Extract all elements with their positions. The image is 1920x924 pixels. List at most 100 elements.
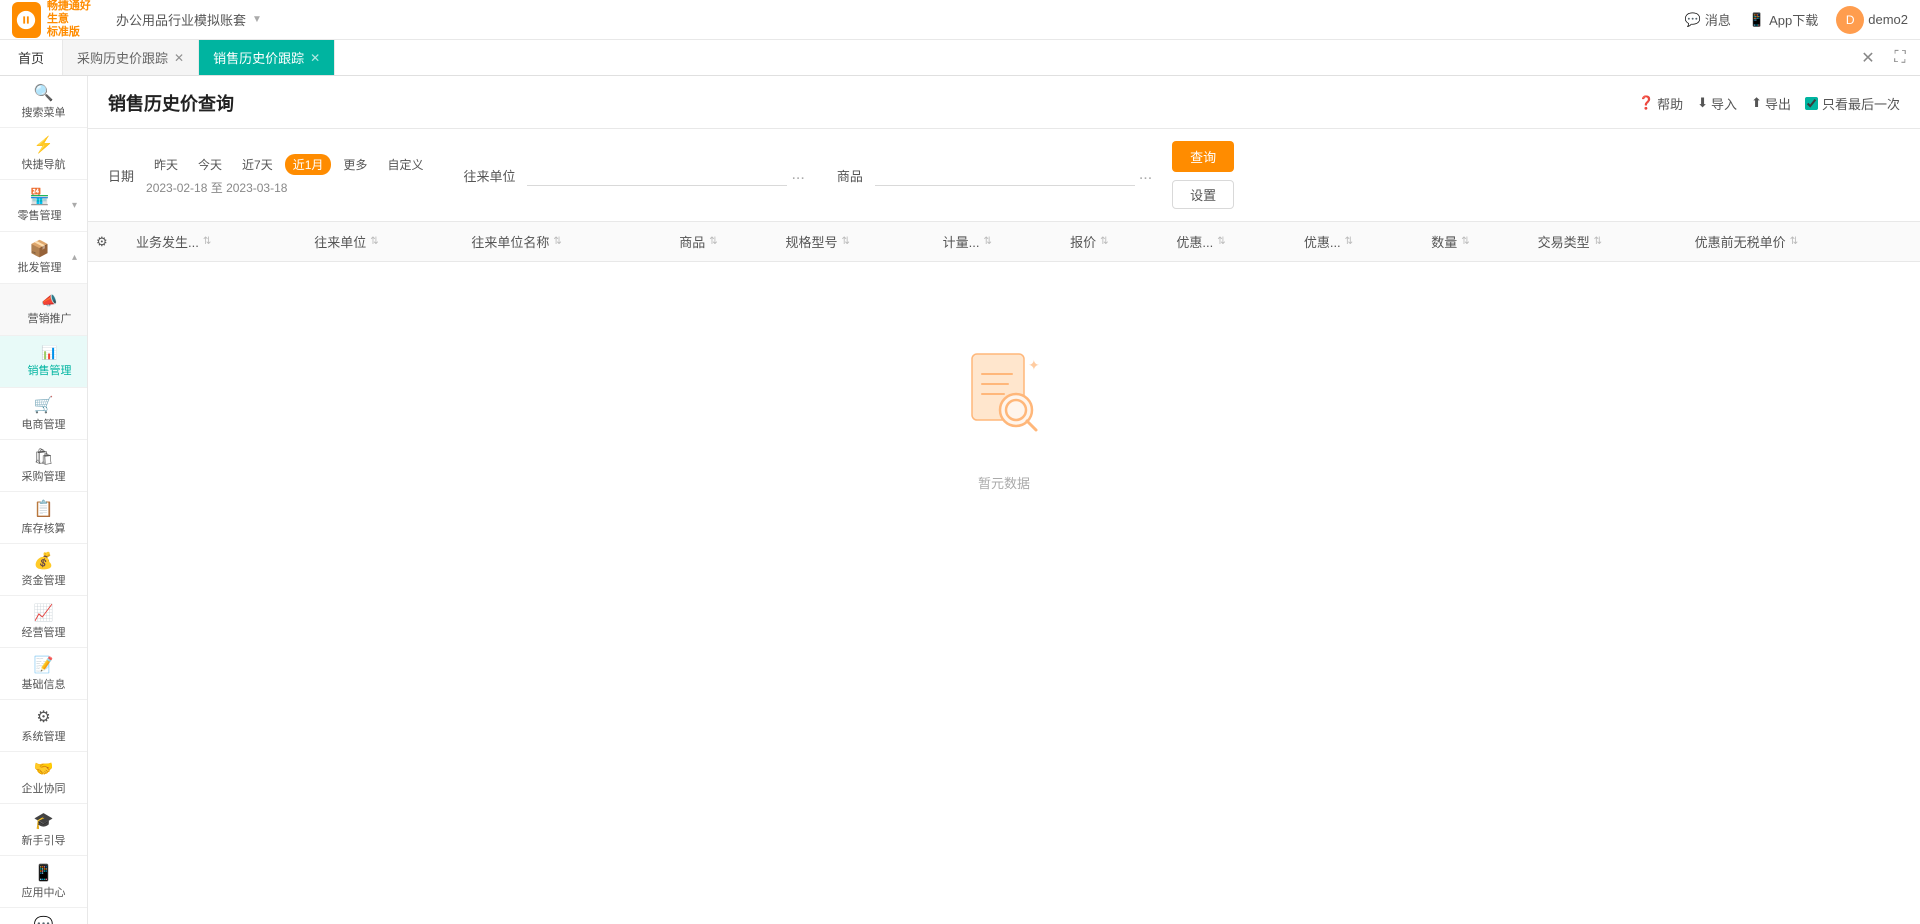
tab-purchase-label: 采购历史价跟踪 [77, 48, 168, 67]
product-dots[interactable]: ... [1139, 166, 1152, 184]
tab-purchase-history[interactable]: 采购历史价跟踪 ✕ [63, 40, 199, 75]
sidebar-inventory-label: 库存核算 [22, 522, 66, 536]
sidebar-item-ecommerce[interactable]: 🛒 电商管理 [0, 388, 87, 440]
sidebar-finance-label: 资金管理 [22, 574, 66, 588]
sidebar-item-operations[interactable]: 📈 经营管理 [0, 596, 87, 648]
th-partner-code[interactable]: 往来单位 ⇅ [306, 222, 463, 262]
date-btn-custom[interactable]: 自定义 [379, 154, 431, 175]
tab-sales-history[interactable]: 销售历史价跟踪 ✕ [199, 40, 335, 75]
empty-icon: ✦ [954, 342, 1054, 461]
th-product[interactable]: 商品 ⇅ [671, 222, 777, 262]
th-quantity[interactable]: 数量 ⇅ [1423, 222, 1529, 262]
export-label: 导出 [1765, 94, 1791, 113]
sidebar-item-purchase[interactable]: 🛍 采购管理 [0, 440, 87, 492]
sidebar-item-app-center[interactable]: 📱 应用中心 [0, 856, 87, 908]
only-last-label: 只看最后一次 [1822, 94, 1900, 113]
sidebar-item-inventory[interactable]: 📋 库存核算 [0, 492, 87, 544]
th-trade-type[interactable]: 交易类型 ⇅ [1530, 222, 1687, 262]
th-spec[interactable]: 规格型号 ⇅ [778, 222, 935, 262]
sidebar-item-system[interactable]: ⚙ 系统管理 [0, 700, 87, 752]
import-label: 导入 [1711, 94, 1737, 113]
user-area[interactable]: D demo2 [1836, 6, 1908, 34]
th-discount2[interactable]: 优惠... ⇅ [1296, 222, 1423, 262]
sidebar-item-wholesale[interactable]: 📦 批发管理 ▴ [0, 232, 87, 284]
only-last-input[interactable] [1805, 97, 1818, 110]
sidebar-item-newbie[interactable]: 🎓 新手引导 [0, 804, 87, 856]
th-partner-name[interactable]: 往来单位名称 ⇅ [463, 222, 671, 262]
logo-area: 畅捷通好生意 标准版 [12, 0, 100, 39]
sidebar-item-basic-info[interactable]: 📝 基础信息 [0, 648, 87, 700]
sidebar-purchase-label: 采购管理 [22, 470, 66, 484]
settings-icon[interactable]: ⚙ [96, 234, 108, 249]
sales-mgmt-icon: 📊 [41, 345, 57, 361]
empty-text: 暂元数据 [978, 473, 1030, 492]
sidebar-sales-mgmt-label: 销售管理 [28, 364, 72, 378]
tab-sales-close[interactable]: ✕ [310, 51, 320, 65]
sidebar-ecommerce-label: 电商管理 [22, 418, 66, 432]
system-icon: ⚙ [36, 707, 50, 727]
tab-maximize-btn[interactable]: ⛶ [1888, 46, 1912, 70]
tab-home[interactable]: 首页 [0, 40, 63, 75]
app-download-btn[interactable]: 📱 App下载 [1749, 10, 1818, 29]
tab-actions: ✕ ⛶ [1856, 40, 1920, 75]
product-filter-label: 商品 [837, 166, 863, 185]
th-pre-tax[interactable]: 优惠前无税单价 ⇅ [1687, 222, 1920, 262]
sidebar-item-sales-mgmt[interactable]: 📊 销售管理 [0, 336, 87, 388]
partner-filter-label: 往来单位 [463, 166, 515, 185]
svg-text:✦: ✦ [1028, 357, 1040, 373]
sort-unit-icon: ⇅ [983, 236, 991, 247]
sidebar-item-finance[interactable]: 💰 资金管理 [0, 544, 87, 596]
marketing-icon: 📣 [41, 293, 57, 309]
purchase-icon: 🛍 [33, 447, 53, 467]
export-icon: ⬆ [1751, 95, 1762, 111]
partner-dots[interactable]: ... [791, 166, 804, 184]
sidebar-item-search[interactable]: 🔍 搜索菜单 [0, 76, 87, 128]
top-right-actions: 💬 消息 📱 App下载 D demo2 [1685, 6, 1908, 34]
date-btn-more[interactable]: 更多 [335, 154, 375, 175]
app-title-area[interactable]: 办公用品行业模拟账套 ▼ [116, 10, 262, 29]
partner-input[interactable] [527, 164, 787, 186]
sidebar-item-enterprise-wechat[interactable]: 💬 企业微信 [0, 908, 87, 924]
page-header: 销售历史价查询 ❓ 帮助 ⬇ 导入 ⬆ 导出 [88, 76, 1920, 129]
sidebar-item-retail[interactable]: 🏪 零售管理 ▾ [0, 180, 87, 232]
sidebar-retail-label: 零售管理 [17, 209, 61, 223]
date-btn-yesterday[interactable]: 昨天 [146, 154, 186, 175]
sidebar-item-enterprise[interactable]: 🤝 企业协同 [0, 752, 87, 804]
date-btn-7days[interactable]: 近7天 [234, 154, 281, 175]
sort-discount2-icon: ⇅ [1345, 236, 1353, 247]
th-unit[interactable]: 计量... ⇅ [935, 222, 1062, 262]
tab-close-all-btn[interactable]: ✕ [1856, 46, 1880, 70]
sidebar-item-marketing[interactable]: 📣 营销推广 [0, 284, 87, 336]
date-btn-1month[interactable]: 近1月 [285, 154, 332, 175]
sidebar-item-quick-nav[interactable]: ⚡ 快捷导航 [0, 128, 87, 180]
date-btn-today[interactable]: 今天 [190, 154, 230, 175]
only-last-checkbox[interactable]: 只看最后一次 [1805, 94, 1900, 113]
app-title-text: 办公用品行业模拟账套 [116, 10, 246, 29]
wholesale-icon: 📦 [30, 239, 50, 259]
table-area: ⚙ 业务发生... ⇅ 往来单位 ⇅ [88, 222, 1920, 924]
filter-section: 日期 昨天 今天 近7天 近1月 更多 自定义 2023-02-18 至 202… [88, 129, 1920, 222]
top-bar: 畅捷通好生意 标准版 办公用品行业模拟账套 ▼ 💬 消息 📱 App下载 D d… [0, 0, 1920, 40]
enterprise-icon: 🤝 [34, 759, 54, 779]
sidebar-basic-info-label: 基础信息 [22, 678, 66, 692]
export-link[interactable]: ⬆ 导出 [1751, 94, 1791, 113]
import-link[interactable]: ⬇ 导入 [1697, 94, 1737, 113]
help-icon: ❓ [1638, 95, 1654, 111]
date-filter-label: 日期 [108, 166, 134, 185]
enterprise-wechat-icon: 💬 [34, 915, 54, 924]
messages-btn[interactable]: 💬 消息 [1685, 10, 1731, 29]
setting-button[interactable]: 设置 [1172, 180, 1234, 209]
tab-purchase-close[interactable]: ✕ [174, 51, 184, 65]
th-discount1[interactable]: 优惠... ⇅ [1168, 222, 1295, 262]
help-label: 帮助 [1657, 94, 1683, 113]
th-quote[interactable]: 报价 ⇅ [1062, 222, 1168, 262]
tab-sales-label: 销售历史价跟踪 [213, 48, 304, 67]
sidebar-app-center-label: 应用中心 [22, 886, 66, 900]
sort-spec-icon: ⇅ [842, 236, 850, 247]
product-input[interactable] [875, 164, 1135, 186]
th-biz-date[interactable]: 业务发生... ⇅ [128, 222, 306, 262]
ecommerce-icon: 🛒 [34, 395, 54, 415]
main-layout: 🔍 搜索菜单 ⚡ 快捷导航 🏪 零售管理 ▾ 📦 批发管理 ▴ 📣 营销推广 [0, 76, 1920, 924]
query-button[interactable]: 查询 [1172, 141, 1234, 172]
help-link[interactable]: ❓ 帮助 [1638, 94, 1683, 113]
